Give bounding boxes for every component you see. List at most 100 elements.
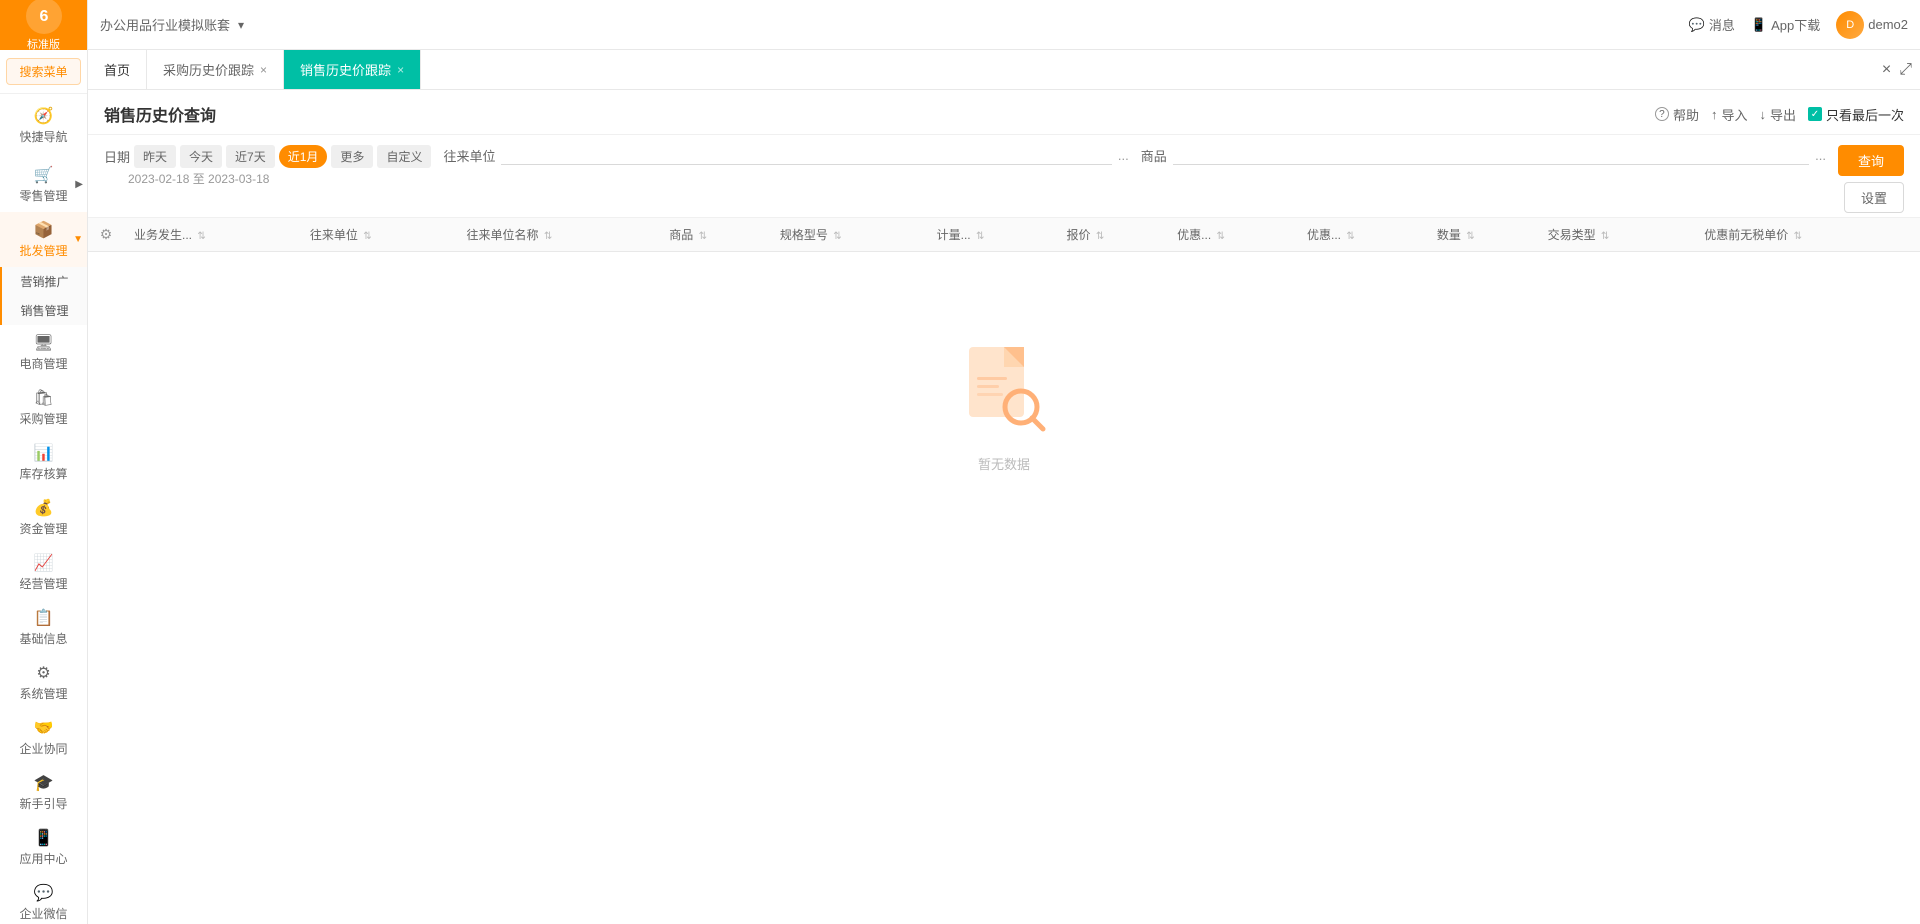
date-btn-yesterday[interactable]: 昨天: [134, 145, 176, 168]
settings-button[interactable]: 设置: [1844, 182, 1904, 213]
goods-ellipsis[interactable]: ...: [1815, 148, 1826, 163]
sidebar-item-marketing-label: 营销推广: [20, 273, 68, 290]
partner-filter-group: 往来单位 ...: [443, 145, 1128, 165]
app-download-icon: 📱: [1751, 17, 1767, 33]
topbar-dropdown-icon[interactable]: ▾: [238, 18, 244, 32]
sidebar-item-sales-mgmt[interactable]: 销售管理: [0, 296, 87, 325]
th-goods-sort-icon: ⇅: [699, 231, 707, 242]
data-table: ⚙ 业务发生... ⇅ 往来单位 ⇅ 往来单位名称: [88, 218, 1920, 252]
tab-sales-history[interactable]: 销售历史价跟踪 ×: [284, 50, 421, 89]
table-settings-icon[interactable]: ⚙: [100, 226, 113, 242]
window-close-button[interactable]: ×: [1882, 61, 1891, 79]
sidebar-item-operations[interactable]: 📈 经营管理: [0, 545, 87, 600]
window-expand-button[interactable]: ⤢: [1899, 61, 1912, 79]
sidebar-item-marketing[interactable]: 营销推广: [0, 267, 87, 296]
th-discount2[interactable]: 优惠... ⇅: [1297, 218, 1427, 252]
sidebar-item-basic-label: 基础信息: [19, 630, 67, 647]
sidebar-item-finance-label: 资金管理: [19, 520, 67, 537]
th-partner-code-sort-icon: ⇅: [363, 231, 371, 242]
th-goods-label: 商品: [669, 228, 693, 242]
search-menu-button[interactable]: 搜索菜单: [6, 58, 81, 85]
tab-home[interactable]: 首页: [88, 50, 147, 89]
th-biz-date[interactable]: 业务发生... ⇅: [124, 218, 300, 252]
table-container: ⚙ 业务发生... ⇅ 往来单位 ⇅ 往来单位名称: [88, 218, 1920, 924]
th-quote-label: 报价: [1066, 228, 1090, 242]
sidebar-item-enterprise-label: 企业协同: [19, 740, 67, 757]
th-partner-code-label: 往来单位: [310, 228, 358, 242]
page-content: 销售历史价查询 ? 帮助 ↑ 导入 ↓ 导出: [88, 90, 1920, 924]
tab-sales-history-close[interactable]: ×: [397, 63, 404, 77]
tab-home-label: 首页: [104, 60, 130, 79]
sidebar-item-basic[interactable]: 📋 基础信息: [0, 600, 87, 655]
sidebar-item-wechat[interactable]: 💬 企业微信: [0, 875, 87, 924]
th-settings[interactable]: ⚙: [88, 218, 124, 252]
th-quantity-sort-icon: ⇅: [1466, 231, 1474, 242]
only-last-checkbox[interactable]: [1808, 107, 1822, 121]
partner-input[interactable]: [501, 145, 1111, 165]
date-btn-more[interactable]: 更多: [331, 145, 373, 168]
partner-ellipsis[interactable]: ...: [1118, 148, 1129, 163]
export-icon: ↓: [1759, 107, 1766, 122]
sidebar-item-newbie[interactable]: 🎓 新手引导: [0, 765, 87, 820]
th-partner-code[interactable]: 往来单位 ⇅: [300, 218, 457, 252]
svg-text:6: 6: [39, 8, 48, 25]
user-menu-button[interactable]: D demo2: [1836, 11, 1908, 39]
message-button[interactable]: 💬 消息: [1689, 15, 1735, 34]
goods-input[interactable]: [1173, 145, 1809, 165]
quick-nav-section: 🧭 快捷导航: [0, 94, 87, 157]
tab-sales-history-label: 销售历史价跟踪: [300, 60, 391, 79]
th-trade-type[interactable]: 交易类型 ⇅: [1538, 218, 1695, 252]
only-last-checkbox-wrapper[interactable]: 只看最后一次: [1808, 105, 1904, 124]
topbar-left: 办公用品行业模拟账套 ▾: [100, 15, 244, 34]
tab-purchase-history[interactable]: 采购历史价跟踪 ×: [147, 50, 284, 89]
help-button[interactable]: ? 帮助: [1655, 105, 1699, 124]
tab-purchase-history-label: 采购历史价跟踪: [163, 60, 254, 79]
sidebar-item-app-center-label: 应用中心: [19, 850, 67, 867]
sidebar-item-app-center[interactable]: 📱 应用中心: [0, 820, 87, 875]
sidebar-item-ecommerce[interactable]: 🖥 电商管理: [0, 325, 87, 380]
sidebar-item-enterprise[interactable]: 🤝 企业协同: [0, 710, 87, 765]
date-range-text: 2023-02-18 至 2023-03-18: [104, 170, 431, 187]
th-pretax-price[interactable]: 优惠前无税单价 ⇅: [1694, 218, 1920, 252]
date-btn-custom[interactable]: 自定义: [377, 145, 431, 168]
date-btn-last1month[interactable]: 近1月: [279, 145, 328, 168]
brand-icon: 6: [26, 0, 62, 34]
partner-label: 往来单位: [443, 146, 495, 165]
date-btn-last7[interactable]: 近7天: [226, 145, 275, 168]
topbar-right: 💬 消息 📱 App下载 D demo2: [1689, 11, 1908, 39]
app-center-icon: 📱: [34, 828, 54, 848]
th-unit-label: 计量...: [937, 228, 971, 242]
sidebar-item-system[interactable]: ⚙ 系统管理: [0, 655, 87, 710]
sidebar-item-purchase-label: 采购管理: [19, 410, 67, 427]
th-trade-type-sort-icon: ⇅: [1601, 231, 1609, 242]
filter-row-1: 日期 昨天 今天 近7天 近1月 更多 自定义 2023-02-18 至 202…: [104, 145, 1904, 213]
th-unit[interactable]: 计量... ⇅: [927, 218, 1057, 252]
sidebar-item-retail[interactable]: 🛒 零售管理 ▶: [0, 157, 87, 212]
th-goods[interactable]: 商品 ⇅: [659, 218, 770, 252]
sidebar-item-inventory[interactable]: 📊 库存核算: [0, 435, 87, 490]
export-button[interactable]: ↓ 导出: [1759, 105, 1796, 124]
query-button[interactable]: 查询: [1838, 145, 1904, 176]
table-header: ⚙ 业务发生... ⇅ 往来单位 ⇅ 往来单位名称: [88, 218, 1920, 252]
th-discount1[interactable]: 优惠... ⇅: [1167, 218, 1297, 252]
th-quote[interactable]: 报价 ⇅: [1056, 218, 1167, 252]
empty-text: 暂无数据: [978, 454, 1030, 473]
sidebar-item-wholesale[interactable]: 📦 批发管理 ▼: [0, 212, 87, 267]
table-header-row: ⚙ 业务发生... ⇅ 往来单位 ⇅ 往来单位名称: [88, 218, 1920, 252]
th-partner-name[interactable]: 往来单位名称 ⇅: [457, 218, 660, 252]
sidebar-item-quick-nav[interactable]: 🧭 快捷导航: [0, 98, 87, 153]
th-quantity-label: 数量: [1437, 228, 1461, 242]
th-partner-name-sort-icon: ⇅: [544, 231, 552, 242]
topbar-title: 办公用品行业模拟账套: [100, 15, 230, 34]
date-btn-today[interactable]: 今天: [180, 145, 222, 168]
sidebar-item-finance[interactable]: 💰 资金管理: [0, 490, 87, 545]
th-spec[interactable]: 规格型号 ⇅: [770, 218, 927, 252]
retail-icon: 🛒: [34, 165, 54, 185]
import-button[interactable]: ↑ 导入: [1711, 105, 1748, 124]
sidebar-item-purchase[interactable]: 🛍 采购管理: [0, 380, 87, 435]
th-quantity[interactable]: 数量 ⇅: [1427, 218, 1538, 252]
app-download-button[interactable]: 📱 App下载: [1751, 15, 1820, 34]
help-label: 帮助: [1673, 105, 1699, 124]
tab-purchase-history-close[interactable]: ×: [260, 63, 267, 77]
operations-icon: 📈: [34, 553, 54, 573]
